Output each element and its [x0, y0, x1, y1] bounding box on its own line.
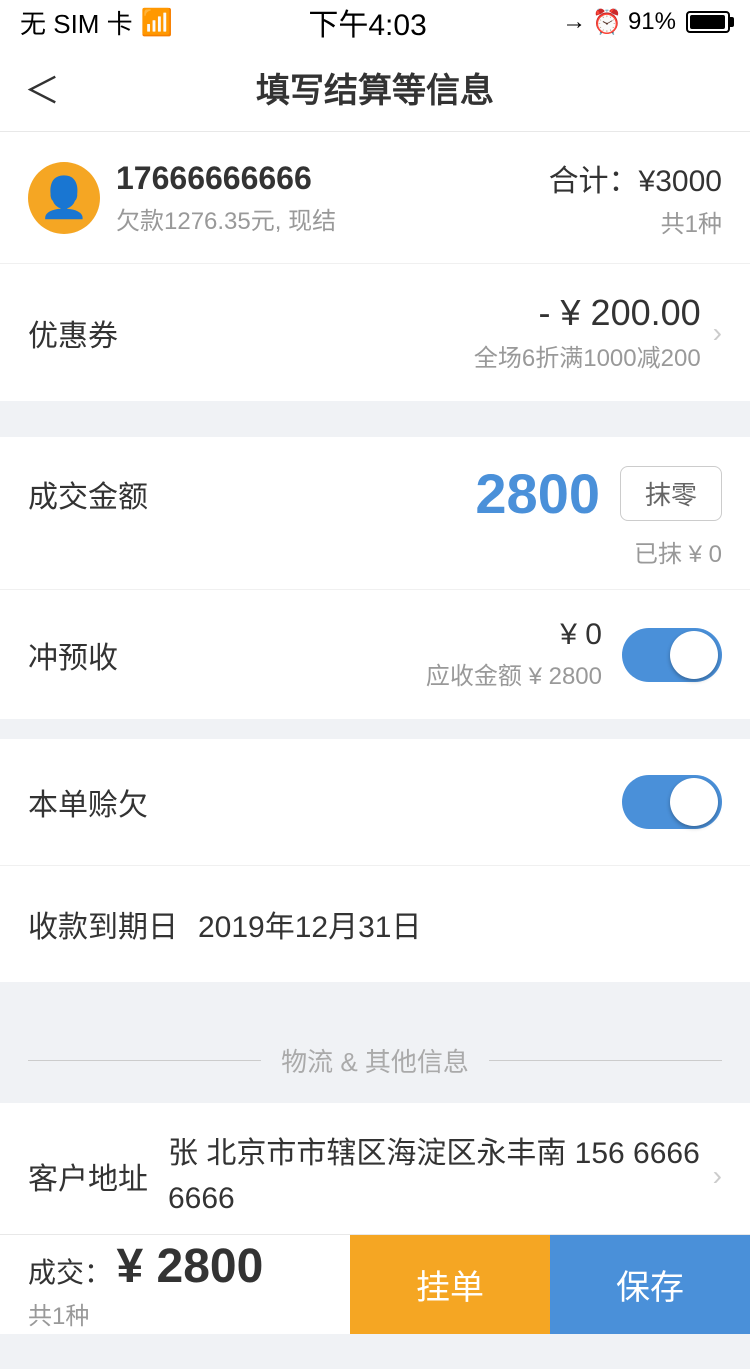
- user-icon: 👤: [39, 174, 89, 221]
- pre-amount: ¥ 0: [426, 618, 602, 652]
- alarm-icon: ⏰: [592, 8, 622, 37]
- user-info: 17666666666 欠款1276.35元, 现结: [116, 160, 336, 236]
- coupon-row[interactable]: 优惠券 - ¥ 200.00 全场6折满1000减200 ›: [0, 263, 750, 401]
- coupon-amount: - ¥ 200.00: [474, 292, 701, 334]
- user-debt: 欠款1276.35元, 现结: [116, 201, 336, 236]
- arrears-row: 本单赊欠: [0, 739, 750, 865]
- transaction-section: 成交金额 2800 抹零 已抹 ¥ 0: [0, 437, 750, 589]
- bottom-btn-group: 挂单 保存: [350, 1235, 750, 1334]
- pre-receive-right: ¥ 0 应收金额 ¥ 2800: [426, 618, 722, 691]
- user-phone: 17666666666: [116, 160, 336, 197]
- bottom-amount: ¥ 2800: [116, 1240, 263, 1293]
- arrears-toggle-circle: [670, 778, 718, 826]
- status-bar: 无 SIM 卡 📶 下午4:03 → ⏰ 91%: [0, 0, 750, 44]
- content-area: 👤 17666666666 欠款1276.35元, 现结 合计：¥3000 共1…: [0, 132, 750, 1369]
- logistics-line-left: [28, 1060, 261, 1061]
- status-right: → ⏰ 91%: [562, 8, 730, 37]
- due-date-label: 收款到期日: [28, 902, 178, 946]
- wifi-icon: 📶: [141, 7, 173, 38]
- divider-2: [0, 719, 750, 739]
- pre-receive-row: 冲预收 ¥ 0 应收金额 ¥ 2800: [0, 589, 750, 719]
- user-total: 合计：¥3000: [549, 156, 722, 200]
- coupon-info: - ¥ 200.00 全场6折满1000减200: [474, 292, 701, 373]
- transaction-label: 成交金额: [28, 472, 148, 516]
- pre-receive-value: ¥ 0 应收金额 ¥ 2800: [426, 618, 602, 691]
- sim-label: 无 SIM 卡: [20, 4, 133, 41]
- coupon-label: 优惠券: [28, 311, 118, 355]
- address-label: 客户地址: [28, 1154, 148, 1198]
- nav-bar: ＜ 填写结算等信息: [0, 44, 750, 132]
- pre-sub: 应收金额 ¥ 2800: [426, 656, 602, 691]
- page-title: 填写结算等信息: [256, 63, 494, 112]
- user-count: 共1种: [549, 204, 722, 239]
- bottom-count: 共1种: [28, 1296, 322, 1331]
- user-card: 👤 17666666666 欠款1276.35元, 现结 合计：¥3000 共1…: [0, 132, 750, 401]
- coupon-desc: 全场6折满1000减200: [474, 338, 701, 373]
- bottom-amount-row: 成交： ¥ 2800: [28, 1239, 322, 1294]
- logistics-text: 物流 & 其他信息: [261, 1042, 489, 1079]
- user-row: 👤 17666666666 欠款1276.35元, 现结 合计：¥3000 共1…: [0, 132, 750, 263]
- transaction-sub: 已抹 ¥ 0: [0, 534, 750, 589]
- due-date-row: 收款到期日 2019年12月31日: [0, 865, 750, 982]
- bottom-amount-label: 成交：: [28, 1257, 112, 1288]
- transaction-value: 2800: [475, 461, 600, 526]
- due-date-value: 2019年12月31日: [198, 902, 421, 946]
- user-right: 合计：¥3000 共1种: [549, 156, 722, 239]
- logistics-section: 物流 & 其他信息: [0, 1018, 750, 1103]
- bottom-bar: 成交： ¥ 2800 共1种 挂单 保存: [0, 1234, 750, 1334]
- user-left: 👤 17666666666 欠款1276.35元, 现结: [28, 160, 336, 236]
- divider-1: [0, 417, 750, 437]
- avatar: 👤: [28, 162, 100, 234]
- location-icon: →: [562, 8, 586, 36]
- logistics-line-right: [489, 1060, 722, 1061]
- coupon-right: - ¥ 200.00 全场6折满1000减200 ›: [474, 292, 722, 373]
- transaction-row: 成交金额 2800 抹零: [0, 437, 750, 534]
- save-button[interactable]: 保存: [550, 1235, 750, 1334]
- battery-icon: [686, 11, 730, 33]
- arrears-card: 本单赊欠 收款到期日 2019年12月31日: [0, 739, 750, 982]
- status-left: 无 SIM 卡 📶: [20, 4, 173, 41]
- status-time: 下午4:03: [308, 0, 426, 44]
- address-content: 张 北京市市辖区海淀区永丰南 156 6666 6666: [168, 1131, 713, 1221]
- address-row[interactable]: 客户地址 张 北京市市辖区海淀区永丰南 156 6666 6666 ›: [0, 1103, 750, 1249]
- bottom-info: 成交： ¥ 2800 共1种: [0, 1235, 350, 1334]
- arrears-label: 本单赊欠: [28, 780, 148, 824]
- back-button[interactable]: ＜: [24, 62, 60, 114]
- battery-percent: 91%: [628, 8, 676, 36]
- address-chevron-icon: ›: [713, 1160, 722, 1192]
- coupon-chevron-icon: ›: [713, 317, 722, 349]
- pending-button[interactable]: 挂单: [350, 1235, 550, 1334]
- round-button[interactable]: 抹零: [620, 466, 722, 521]
- transaction-right: 2800 抹零: [475, 461, 722, 526]
- toggle-circle: [670, 631, 718, 679]
- pre-receive-label: 冲预收: [28, 633, 118, 677]
- pre-receive-toggle[interactable]: [622, 628, 722, 682]
- arrears-toggle[interactable]: [622, 775, 722, 829]
- divider-3: [0, 998, 750, 1018]
